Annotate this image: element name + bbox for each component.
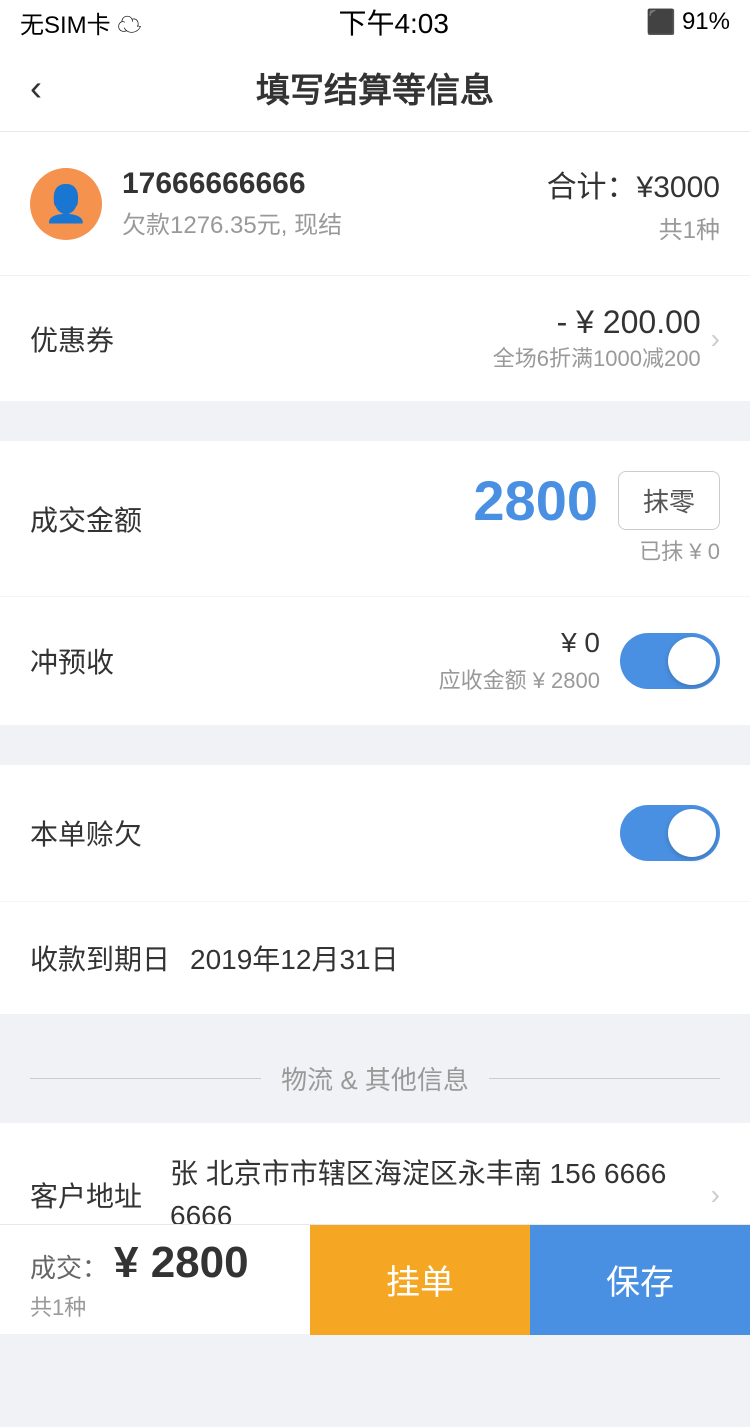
status-bar: 无SIM卡 ☁ 下午4:03 ⬛ 91% bbox=[0, 0, 750, 44]
coupon-desc: 全场6折满1000减200 bbox=[493, 341, 701, 373]
footer: 成交： ¥ 2800 共1种 挂单 保存 bbox=[0, 1224, 750, 1334]
coupon-right: - ¥ 200.00 全场6折满1000减200 › bbox=[493, 304, 720, 373]
chongyu-main-amount: ¥ 0 bbox=[439, 627, 600, 659]
chong-yushou-toggle[interactable] bbox=[620, 633, 720, 689]
logistics-header: 物流 & 其他信息 bbox=[0, 1034, 750, 1123]
chong-yushou-label: 冲预收 bbox=[30, 641, 150, 681]
footer-total-amount: ¥ 2800 bbox=[114, 1238, 249, 1288]
total-count: 共1种 bbox=[547, 210, 720, 245]
coupon-row[interactable]: 优惠券 - ¥ 200.00 全场6折满1000减200 › bbox=[0, 275, 750, 401]
customer-right: 合计：¥3000 共1种 bbox=[547, 162, 720, 245]
address-label: 客户地址 bbox=[30, 1175, 150, 1215]
duedate-row: 收款到期日 2019年12月31日 bbox=[0, 901, 750, 1014]
coupon-arrow-icon: › bbox=[711, 323, 720, 355]
footer-info: 成交： ¥ 2800 共1种 bbox=[0, 1238, 310, 1322]
deal-amount-right: 2800 抹零 bbox=[473, 471, 720, 530]
chongyu-sub-amount: 应收金额 ¥ 2800 bbox=[439, 663, 600, 695]
duedate-value: 2019年12月31日 bbox=[190, 938, 399, 978]
customer-card: 👤 17666666666 欠款1276.35元, 现结 合计：¥3000 共1… bbox=[0, 132, 750, 401]
avatar-icon: 👤 bbox=[44, 183, 89, 225]
chong-yushou-row: 冲预收 ¥ 0 应收金额 ¥ 2800 bbox=[0, 597, 750, 725]
footer-total-label: 成交： bbox=[30, 1248, 108, 1285]
chong-yushou-right: ¥ 0 应收金额 ¥ 2800 bbox=[439, 627, 720, 695]
status-left: 无SIM卡 ☁ bbox=[20, 5, 141, 40]
logistics-line-right bbox=[489, 1078, 720, 1079]
signal-text: 无SIM卡 ☁ bbox=[20, 5, 141, 40]
bendan-section: 本单赊欠 收款到期日 2019年12月31日 bbox=[0, 765, 750, 1014]
round-button[interactable]: 抹零 bbox=[618, 471, 720, 530]
status-right: ⬛ 91% bbox=[646, 8, 730, 37]
logistics-line-left bbox=[30, 1078, 261, 1079]
customer-left: 👤 17666666666 欠款1276.35元, 现结 bbox=[30, 167, 342, 240]
logistics-label: 物流 & 其他信息 bbox=[281, 1060, 469, 1097]
customer-row: 👤 17666666666 欠款1276.35元, 现结 合计：¥3000 共1… bbox=[0, 132, 750, 275]
bendan-label: 本单赊欠 bbox=[30, 813, 142, 853]
deal-amount-row: 成交金额 2800 抹零 已抹 ¥ 0 bbox=[0, 441, 750, 597]
nav-bar: ‹ 填写结算等信息 bbox=[0, 44, 750, 132]
address-arrow-icon: › bbox=[711, 1179, 720, 1211]
avatar: 👤 bbox=[30, 168, 102, 240]
deal-amount-label: 成交金额 bbox=[30, 499, 150, 539]
footer-count: 共1种 bbox=[30, 1290, 280, 1322]
customer-phone: 17666666666 bbox=[122, 167, 342, 201]
save-button[interactable]: 保存 bbox=[530, 1225, 750, 1335]
coupon-label: 优惠券 bbox=[30, 319, 114, 359]
chongyu-amounts: ¥ 0 应收金额 ¥ 2800 bbox=[439, 627, 600, 695]
duedate-label: 收款到期日 bbox=[30, 938, 170, 978]
section-divider-2 bbox=[0, 745, 750, 765]
page-title: 填写结算等信息 bbox=[256, 63, 494, 112]
customer-subtitle: 欠款1276.35元, 现结 bbox=[122, 205, 342, 240]
bendan-row: 本单赊欠 bbox=[0, 765, 750, 901]
form-section-deal: 成交金额 2800 抹零 已抹 ¥ 0 冲预收 ¥ 0 应收金额 ¥ 2800 bbox=[0, 441, 750, 725]
deal-amount-sub: 已抹 ¥ 0 bbox=[473, 534, 720, 566]
section-divider-1 bbox=[0, 421, 750, 441]
battery-icon: ⬛ bbox=[646, 8, 676, 37]
bendan-toggle[interactable] bbox=[620, 805, 720, 861]
hold-button[interactable]: 挂单 bbox=[310, 1225, 530, 1335]
customer-info: 17666666666 欠款1276.35元, 现结 bbox=[122, 167, 342, 240]
back-button[interactable]: ‹ bbox=[30, 67, 42, 109]
total-amount: 合计：¥3000 bbox=[547, 162, 720, 206]
deal-amount-value: 2800 bbox=[473, 473, 598, 529]
status-time: 下午4:03 bbox=[338, 2, 449, 42]
battery-percent: 91% bbox=[682, 8, 730, 36]
coupon-discount: - ¥ 200.00 bbox=[493, 304, 701, 341]
